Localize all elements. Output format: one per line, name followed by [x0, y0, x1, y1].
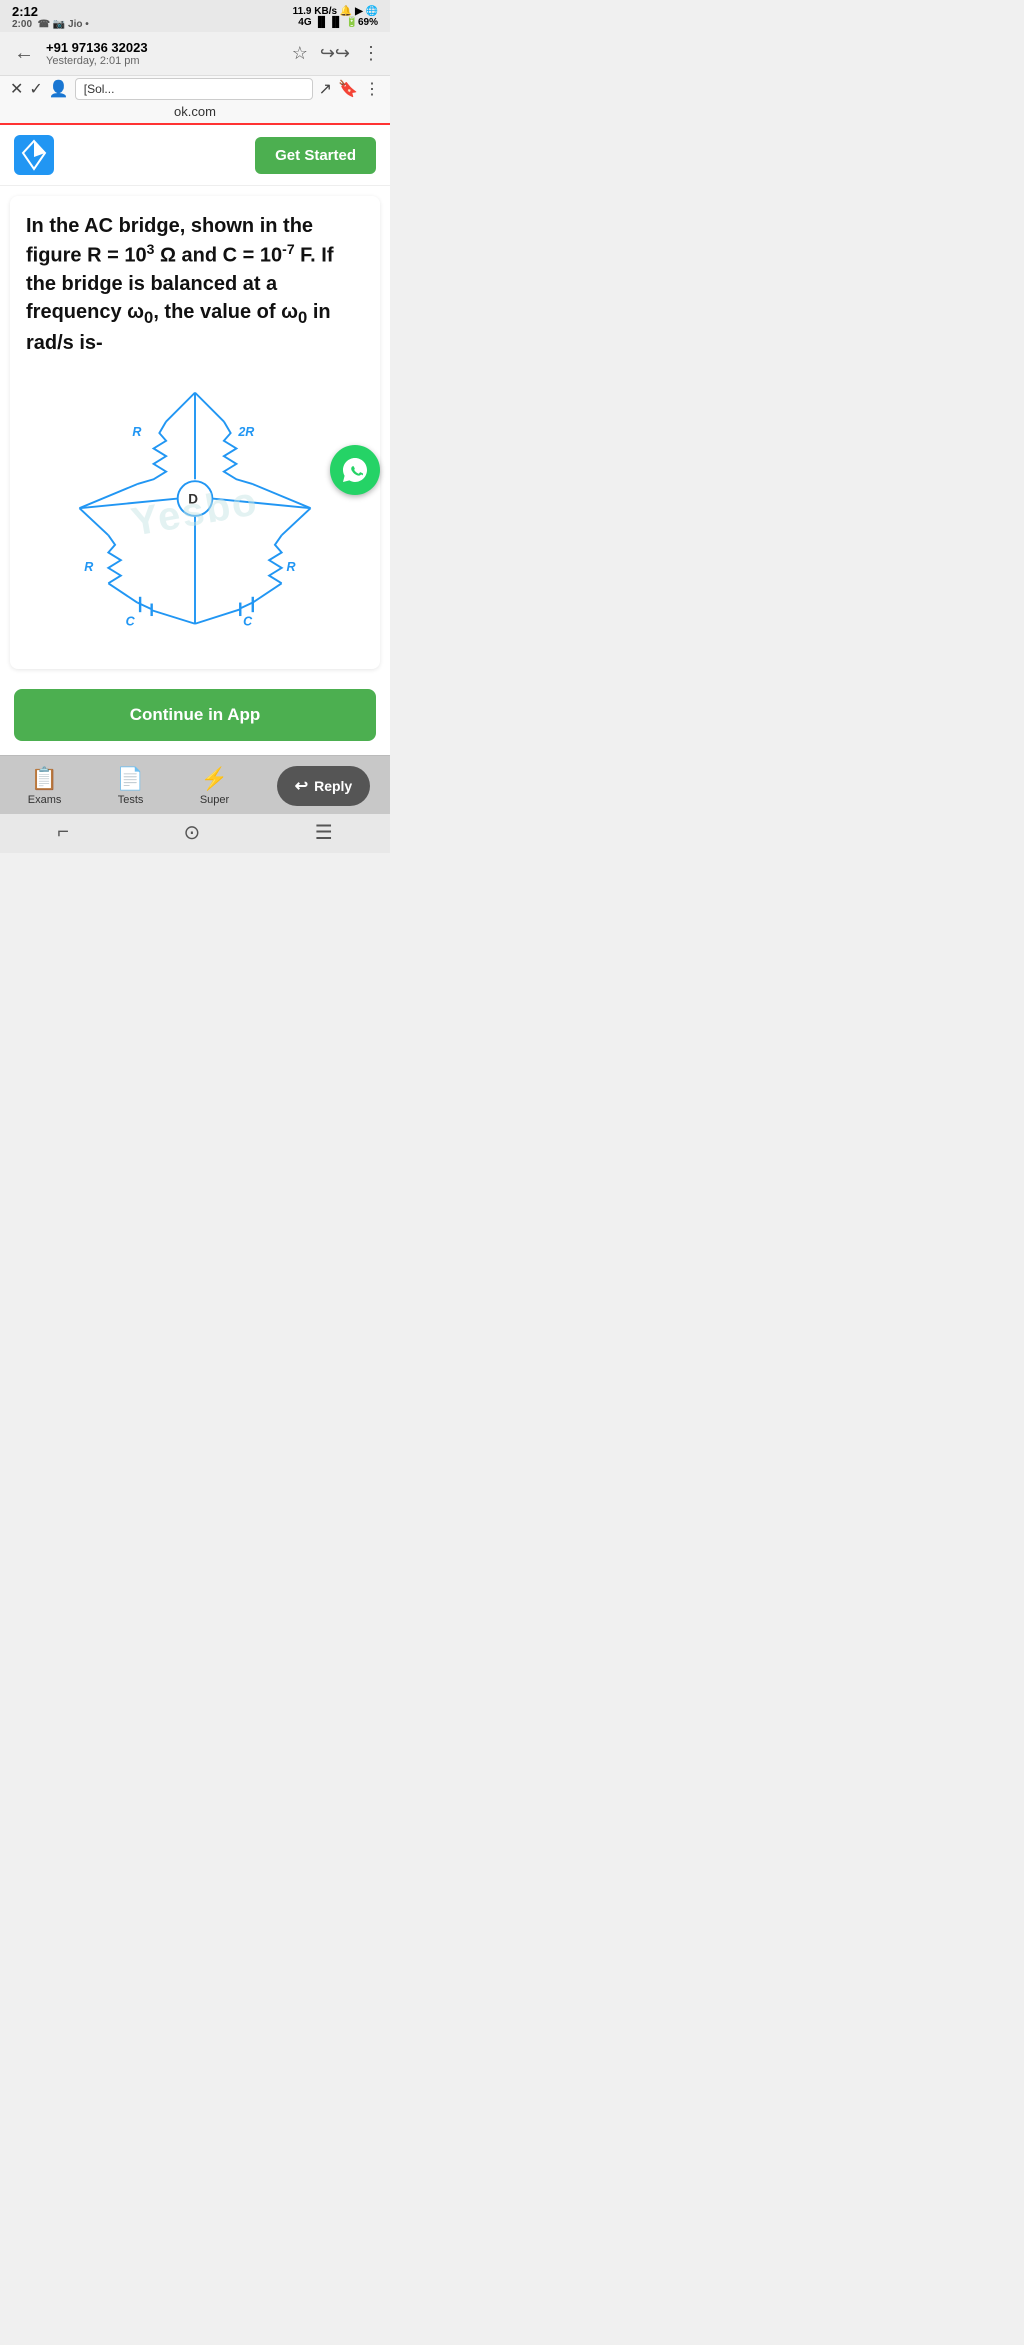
contact-icon[interactable]: 👤 — [49, 79, 69, 99]
browser-url-row: ok.com — [0, 102, 390, 125]
site-logo — [14, 135, 54, 175]
super-icon: ⚡ — [201, 766, 228, 792]
close-icon[interactable]: ✕ — [10, 79, 23, 99]
question-text: In the AC bridge, shown in the figure R … — [26, 212, 364, 357]
label-top-left: R — [132, 425, 141, 439]
wa-header: ← +91 97136 32023 Yesterday, 2:01 pm ☆ ↪… — [0, 32, 390, 76]
system-nav: ⌐ ⊙ ☰ — [0, 814, 390, 853]
home-nav-icon[interactable]: ⊙ — [183, 820, 200, 845]
bottom-nav: 📋 Exams 📄 Tests ⚡ Super ↩ Reply — [0, 755, 390, 814]
reply-label: Reply — [314, 778, 352, 794]
back-nav-icon[interactable]: ⌐ — [57, 821, 69, 844]
url-text: [Sol... — [84, 82, 304, 96]
status-kbps: 11.9 KB/s 🔔 ▶ 🌐 — [293, 6, 378, 17]
detector-label: D — [188, 491, 198, 506]
share-icon[interactable]: ↗ — [319, 79, 332, 99]
exams-icon: 📋 — [31, 766, 58, 792]
label-cap-right: C — [243, 615, 253, 629]
page-content: Get Started In the AC bridge, shown in t… — [0, 125, 390, 755]
browser-nav-row: ✕ ✓ 👤 [Sol... ↗ 🔖 ⋮ — [0, 76, 390, 102]
status-bar: 2:12 2:00 ☎ 📷 Jio • 11.9 KB/s 🔔 ▶ 🌐 4G ▐… — [0, 0, 390, 32]
nav-exams[interactable]: 📋 Exams — [20, 762, 70, 810]
label-bottom-left: R — [84, 560, 93, 574]
reply-button[interactable]: ↩ Reply — [277, 766, 371, 806]
bookmark-icon[interactable]: 🔖 — [338, 79, 358, 99]
check-icon[interactable]: ✓ — [29, 79, 42, 99]
label-top-right: 2R — [237, 425, 254, 439]
header-actions: ☆ ↪↪ ⋮ — [292, 43, 380, 64]
whatsapp-fab[interactable] — [330, 445, 380, 495]
url-bar[interactable]: [Sol... — [75, 78, 313, 100]
status-right: 11.9 KB/s 🔔 ▶ 🌐 4G ▐▌▐▌ 🔋69% — [293, 6, 378, 28]
phone-number: +91 97136 32023 — [46, 40, 284, 55]
status-time: 2:12 — [12, 4, 89, 19]
get-started-button[interactable]: Get Started — [255, 137, 376, 174]
site-url: ok.com — [174, 104, 216, 119]
super-label: Super — [200, 794, 229, 806]
continue-btn-wrap: Continue in App — [0, 679, 390, 755]
label-cap-left: C — [126, 615, 136, 629]
star-icon[interactable]: ☆ — [292, 43, 308, 64]
exams-label: Exams — [28, 794, 62, 806]
call-time: Yesterday, 2:01 pm — [46, 55, 284, 67]
nav-tests[interactable]: 📄 Tests — [109, 762, 152, 810]
circuit-svg: R 2R R C — [45, 383, 345, 643]
status-network: 4G ▐▌▐▌ 🔋69% — [298, 17, 378, 28]
recents-nav-icon[interactable]: ☰ — [315, 820, 333, 845]
question-card: In the AC bridge, shown in the figure R … — [10, 196, 380, 669]
contact-info: +91 97136 32023 Yesterday, 2:01 pm — [46, 40, 284, 67]
reply-arrow-icon: ↩ — [295, 776, 308, 796]
site-header: Get Started — [0, 125, 390, 186]
tests-icon: 📄 — [117, 766, 144, 792]
status-sub: 2:00 ☎ 📷 Jio • — [12, 19, 89, 30]
menu-icon[interactable]: ⋮ — [362, 43, 380, 64]
status-left: 2:12 2:00 ☎ 📷 Jio • — [12, 4, 89, 30]
nav-super[interactable]: ⚡ Super — [192, 762, 237, 810]
tests-label: Tests — [118, 794, 144, 806]
more-icon[interactable]: ⋮ — [364, 79, 380, 99]
circuit-diagram: Yesbo R 2R — [26, 373, 364, 653]
back-button[interactable]: ← — [10, 38, 38, 69]
forward-icon[interactable]: ↪↪ — [320, 43, 350, 64]
label-bottom-right: R — [286, 560, 295, 574]
continue-in-app-button[interactable]: Continue in App — [14, 689, 376, 741]
